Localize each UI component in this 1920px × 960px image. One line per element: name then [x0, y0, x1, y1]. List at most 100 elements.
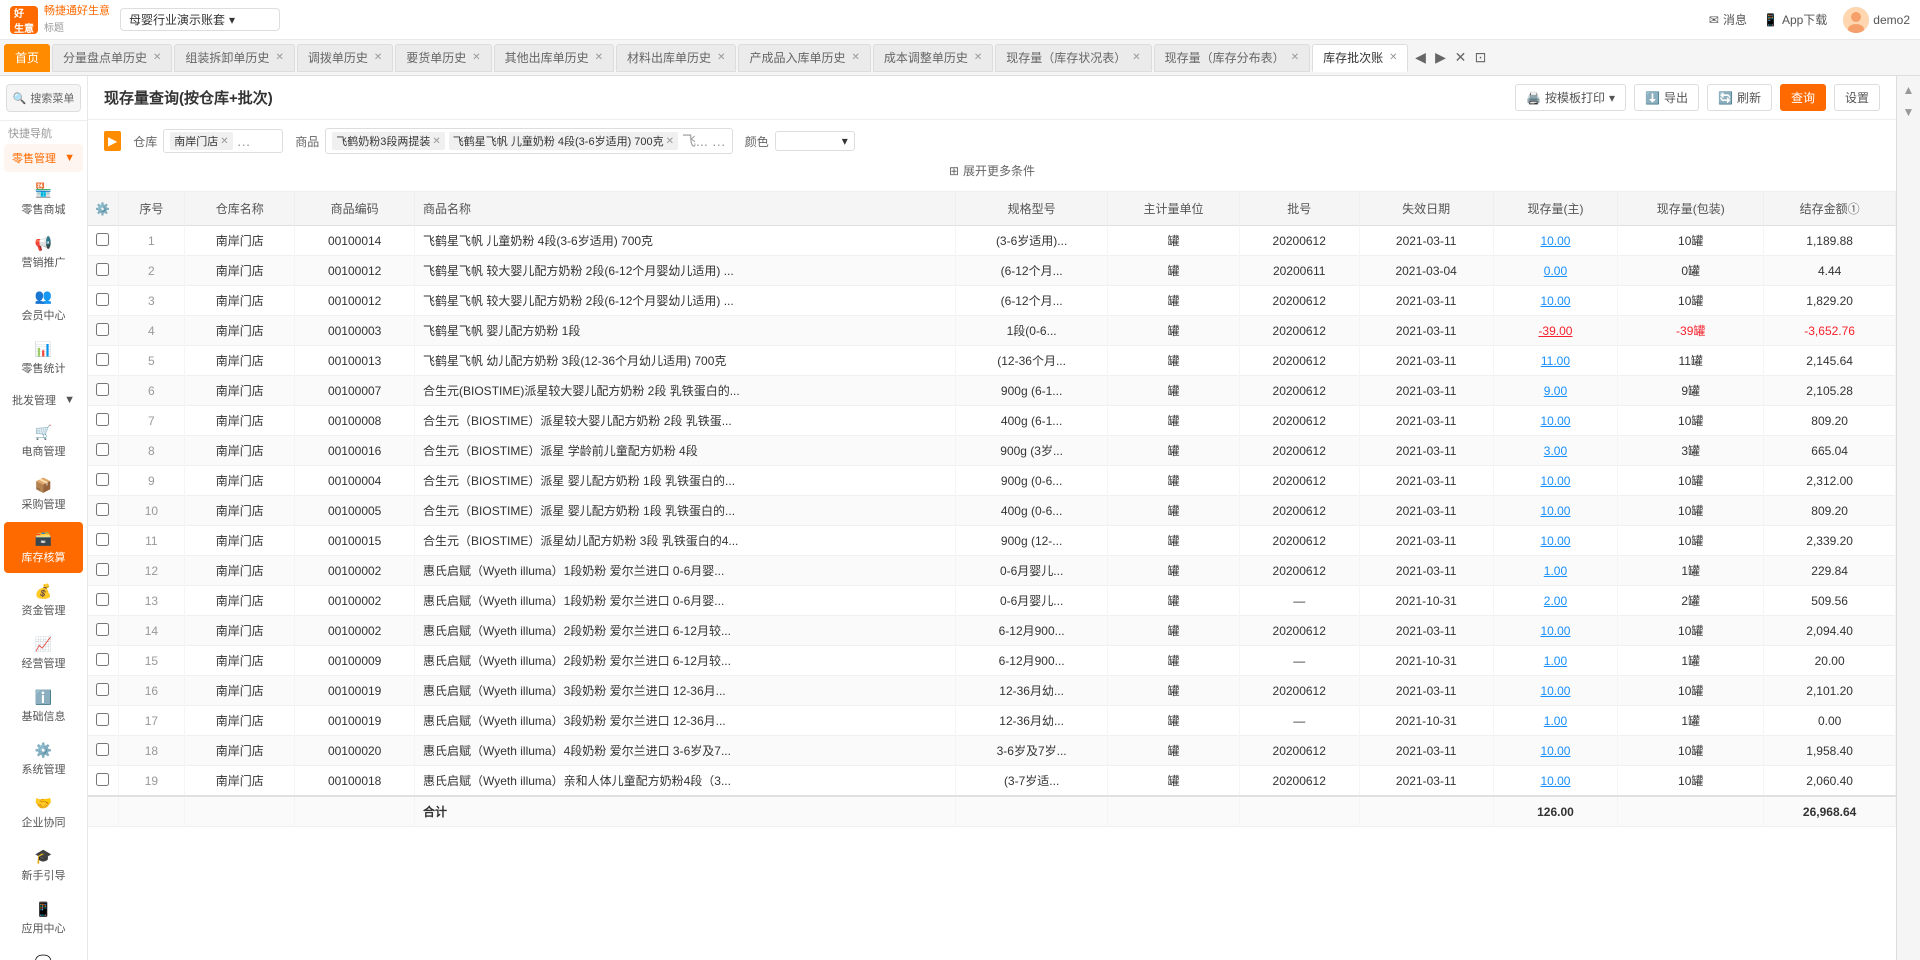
tab-qitachuku[interactable]: 其他出库单历史 ✕ [494, 44, 614, 72]
row-checkbox[interactable] [88, 436, 118, 466]
row-select-checkbox[interactable] [96, 353, 109, 366]
tab-chengpin-close[interactable]: ✕ [851, 52, 859, 63]
row-select-checkbox[interactable] [96, 593, 109, 606]
row-checkbox[interactable] [88, 646, 118, 676]
sidebar-item-huiyuan[interactable]: 👥 会员中心 [4, 280, 83, 331]
tab-zuche-close[interactable]: ✕ [275, 52, 283, 63]
refresh-btn[interactable]: 🔄 刷新 [1707, 84, 1772, 111]
user-profile[interactable]: demo2 [1843, 7, 1910, 33]
col-gear[interactable]: ⚙️ [88, 192, 118, 226]
sidebar-item-diangshang[interactable]: 🛒 电商管理 [4, 416, 83, 467]
row-select-checkbox[interactable] [96, 263, 109, 276]
row-checkbox[interactable] [88, 616, 118, 646]
rs-down-btn[interactable]: ▼ [1899, 102, 1919, 122]
row-checkbox[interactable] [88, 346, 118, 376]
query-btn[interactable]: 查询 [1780, 84, 1826, 111]
sidebar-item-jingying[interactable]: 📈 经营管理 [4, 628, 83, 679]
row-qty-main[interactable]: 10.00 [1493, 766, 1617, 797]
row-checkbox[interactable] [88, 586, 118, 616]
tab-fenpan-close[interactable]: ✕ [153, 52, 161, 63]
tab-prev-btn[interactable]: ◀ [1410, 44, 1430, 72]
settings-btn[interactable]: 设置 [1834, 84, 1880, 111]
row-qty-main[interactable]: 10.00 [1493, 496, 1617, 526]
row-select-checkbox[interactable] [96, 743, 109, 756]
row-checkbox[interactable] [88, 526, 118, 556]
sidebar-item-lingshoul[interactable]: 零售管理 ▼ [4, 144, 83, 172]
row-qty-main[interactable]: 10.00 [1493, 676, 1617, 706]
tab-chengben[interactable]: 成本调整单历史 ✕ [873, 44, 993, 72]
row-checkbox[interactable] [88, 736, 118, 766]
product-tag-2-close[interactable]: ✕ [666, 136, 674, 147]
sidebar-item-lingshoutj[interactable]: 📊 零售统计 [4, 333, 83, 384]
row-checkbox[interactable] [88, 676, 118, 706]
rs-up-btn[interactable]: ▲ [1899, 80, 1919, 100]
sidebar-item-kucun[interactable]: 🗃️ 库存核算 [4, 522, 83, 573]
row-qty-main[interactable]: 10.00 [1493, 616, 1617, 646]
tab-xianzailiang2-close[interactable]: ✕ [1291, 52, 1299, 63]
search-menu-btn[interactable]: 🔍 搜索菜单 [6, 84, 81, 112]
product-more-dots[interactable]: … [712, 133, 726, 149]
row-qty-main[interactable]: 10.00 [1493, 736, 1617, 766]
row-qty-main[interactable]: 10.00 [1493, 226, 1617, 256]
row-checkbox[interactable] [88, 766, 118, 797]
tab-next-btn[interactable]: ▶ [1430, 44, 1450, 72]
sidebar-item-xitong[interactable]: ⚙️ 系统管理 [4, 734, 83, 785]
tab-tiaopo-close[interactable]: ✕ [374, 52, 382, 63]
tab-kucunpici-close[interactable]: ✕ [1389, 52, 1397, 63]
row-select-checkbox[interactable] [96, 713, 109, 726]
row-select-checkbox[interactable] [96, 683, 109, 696]
print-btn[interactable]: 🖨️ 按模板打印 ▾ [1515, 84, 1626, 111]
row-select-checkbox[interactable] [96, 233, 109, 246]
sidebar-item-lingshous[interactable]: 🏪 零售商城 [4, 174, 83, 225]
row-select-checkbox[interactable] [96, 773, 109, 786]
row-qty-main[interactable]: 10.00 [1493, 406, 1617, 436]
row-checkbox[interactable] [88, 406, 118, 436]
tab-yaohuo[interactable]: 要货单历史 ✕ [395, 44, 491, 72]
account-dropdown[interactable]: 母婴行业演示账套 ▾ [120, 8, 280, 31]
row-select-checkbox[interactable] [96, 533, 109, 546]
sidebar-item-xinshou[interactable]: 🎓 新手引导 [4, 840, 83, 891]
row-qty-main[interactable]: 1.00 [1493, 556, 1617, 586]
tab-qitachuku-close[interactable]: ✕ [595, 52, 603, 63]
export-btn[interactable]: ⬇️ 导出 [1634, 84, 1699, 111]
row-qty-main[interactable]: -39.00 [1493, 316, 1617, 346]
tab-cailiao[interactable]: 材料出库单历史 ✕ [616, 44, 736, 72]
row-checkbox[interactable] [88, 376, 118, 406]
row-qty-main[interactable]: 3.00 [1493, 436, 1617, 466]
row-checkbox[interactable] [88, 496, 118, 526]
row-checkbox[interactable] [88, 316, 118, 346]
row-select-checkbox[interactable] [96, 473, 109, 486]
row-qty-main[interactable]: 1.00 [1493, 646, 1617, 676]
warehouse-more-dots[interactable]: … [237, 133, 251, 149]
row-checkbox[interactable] [88, 286, 118, 316]
sidebar-item-yingxiao[interactable]: 📢 营销推广 [4, 227, 83, 278]
row-checkbox[interactable] [88, 226, 118, 256]
tab-tiaopo[interactable]: 调拨单历史 ✕ [297, 44, 393, 72]
product-tag-container[interactable]: 飞鹤奶粉3段两提装 ✕ 飞鹤星飞帆 儿童奶粉 4段(3-6岁适用) 700克 ✕… [325, 128, 732, 154]
tab-yaohuo-close[interactable]: ✕ [472, 52, 480, 63]
row-select-checkbox[interactable] [96, 293, 109, 306]
app-download-btn[interactable]: 📱 App下载 [1763, 11, 1827, 28]
message-btn[interactable]: ✉ 消息 [1709, 11, 1747, 28]
tab-zuche[interactable]: 组装拆卸单历史 ✕ [174, 44, 294, 72]
row-qty-main[interactable]: 10.00 [1493, 286, 1617, 316]
row-qty-main[interactable]: 10.00 [1493, 466, 1617, 496]
sidebar-item-jichu[interactable]: ℹ️ 基础信息 [4, 681, 83, 732]
row-qty-main[interactable]: 11.00 [1493, 346, 1617, 376]
tab-more-btn[interactable]: ⊡ [1470, 44, 1490, 72]
row-qty-main[interactable]: 2.00 [1493, 586, 1617, 616]
row-qty-main[interactable]: 9.00 [1493, 376, 1617, 406]
row-select-checkbox[interactable] [96, 503, 109, 516]
row-qty-main[interactable]: 1.00 [1493, 706, 1617, 736]
product-tag-1-close[interactable]: ✕ [432, 136, 440, 147]
row-checkbox[interactable] [88, 706, 118, 736]
color-filter-input[interactable]: ▾ [775, 131, 855, 151]
row-select-checkbox[interactable] [96, 443, 109, 456]
row-qty-main[interactable]: 10.00 [1493, 526, 1617, 556]
expand-more-btn[interactable]: ⊞ 展开更多条件 [104, 158, 1880, 183]
tab-cailiao-close[interactable]: ✕ [717, 52, 725, 63]
tab-home[interactable]: 首页 [4, 44, 50, 72]
row-select-checkbox[interactable] [96, 623, 109, 636]
warehouse-tag-container[interactable]: 南岸门店 ✕ … [163, 129, 283, 153]
row-select-checkbox[interactable] [96, 383, 109, 396]
